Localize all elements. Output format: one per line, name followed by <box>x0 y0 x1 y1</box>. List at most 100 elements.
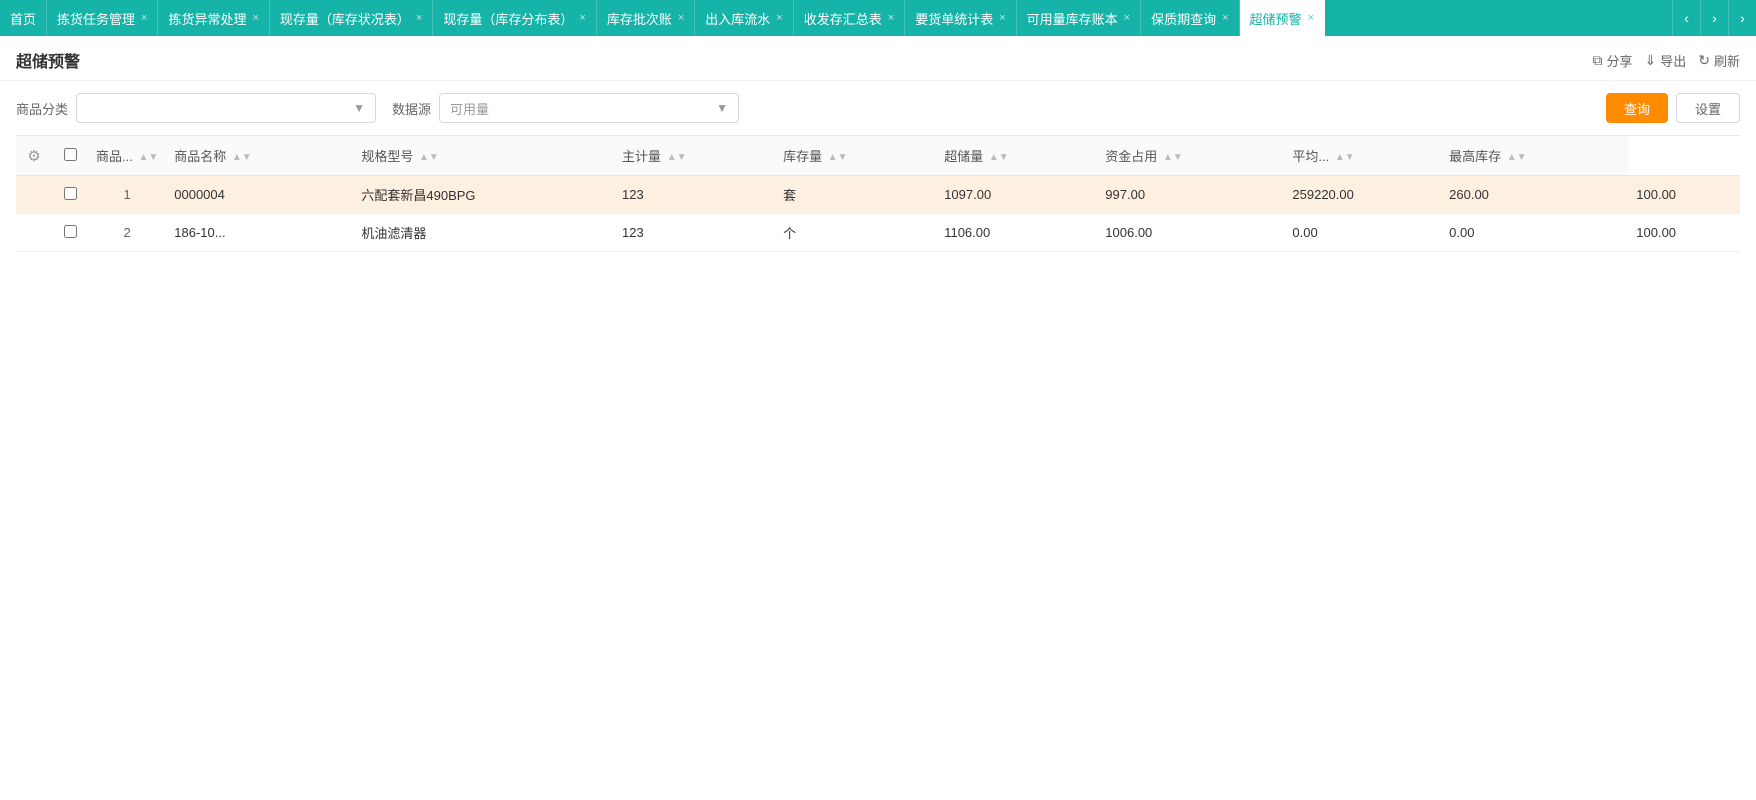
product-category-select[interactable]: ▼ <box>76 93 376 123</box>
table-wrapper: ⚙ 商品... ▲▼ 商品名称 ▲▼ 规格型号 ▲▼ <box>0 135 1756 252</box>
nav-arrows: ‹ › › <box>1672 0 1756 36</box>
capital-col-header[interactable]: 资金占用 ▲▼ <box>1097 136 1284 176</box>
nav-summary[interactable]: 收发存汇总表 × <box>794 0 905 36</box>
data-source-filter: 数据源 可用量 ▼ <box>392 93 739 123</box>
data-source-select[interactable]: 可用量 ▼ <box>439 93 739 123</box>
table-row: 1 0000004 六配套新昌490BPG 123 套 1097.00 997.… <box>16 176 1740 214</box>
nav-stock-status[interactable]: 现存量（库存状况表） × <box>270 0 433 36</box>
share-icon: ⧉ <box>1592 52 1602 69</box>
row-max-stock: 100.00 <box>1628 214 1740 252</box>
export-icon: ⇓ <box>1645 52 1657 69</box>
export-button[interactable]: ⇓ 导出 <box>1645 51 1687 70</box>
row-gear-cell <box>16 176 52 214</box>
row-spec: 123 <box>614 214 775 252</box>
gear-icon[interactable]: ⚙ <box>27 148 40 165</box>
row-checkbox-cell[interactable] <box>52 176 88 214</box>
nav-requisition[interactable]: 要货单统计表 × <box>905 0 1016 36</box>
avg-col-header[interactable]: 平均... ▲▼ <box>1284 136 1441 176</box>
close-icon[interactable]: × <box>141 12 147 24</box>
sort-icon: ▲▼ <box>419 153 439 163</box>
nav-overstock[interactable]: 超储预警 × <box>1240 0 1325 36</box>
sort-icon: ▲▼ <box>989 153 1009 163</box>
filter-bar: 商品分类 ▼ 数据源 可用量 ▼ 查询 设置 <box>0 81 1756 135</box>
data-source-value: 可用量 <box>450 99 489 118</box>
row-product-code: 0000004 <box>166 176 353 214</box>
close-icon[interactable]: × <box>1222 12 1228 24</box>
settings-col-header[interactable]: ⚙ <box>16 136 52 176</box>
refresh-button[interactable]: ↻ 刷新 <box>1698 51 1740 70</box>
row-max-stock: 100.00 <box>1628 176 1740 214</box>
row-overstock: 997.00 <box>1097 176 1284 214</box>
row-product-code: 186-10... <box>166 214 353 252</box>
nav-flow[interactable]: 出入库流水 × <box>695 0 793 36</box>
close-icon[interactable]: × <box>888 12 894 24</box>
nav-task-mgmt[interactable]: 拣货任务管理 × <box>47 0 158 36</box>
row-checkbox[interactable] <box>64 187 77 200</box>
filter-actions: 查询 设置 <box>1606 93 1740 123</box>
row-overstock: 1006.00 <box>1097 214 1284 252</box>
nav-available[interactable]: 可用量库存账本 × <box>1017 0 1141 36</box>
sort-icon: ▲▼ <box>1507 153 1527 163</box>
nav-more-btn[interactable]: › <box>1728 0 1756 36</box>
top-navigation: 首页 拣货任务管理 × 拣货异常处理 × 现存量（库存状况表） × 现存量（库存… <box>0 0 1756 36</box>
close-icon[interactable]: × <box>1308 12 1314 24</box>
product-name-col-header[interactable]: 商品名称 ▲▼ <box>166 136 353 176</box>
row-avg: 260.00 <box>1441 176 1628 214</box>
chevron-down-icon: ▼ <box>353 101 365 115</box>
chevron-down-icon: ▼ <box>716 101 728 115</box>
sort-icon: ▲▼ <box>667 153 687 163</box>
row-product-name: 六配套新昌490BPG <box>353 176 614 214</box>
close-icon[interactable]: × <box>416 12 422 24</box>
query-button[interactable]: 查询 <box>1606 93 1668 123</box>
table-row: 2 186-10... 机油滤清器 123 个 1106.00 1006.00 … <box>16 214 1740 252</box>
row-stock: 1106.00 <box>936 214 1097 252</box>
close-icon[interactable]: × <box>678 12 684 24</box>
sort-icon: ▲▼ <box>828 153 848 163</box>
nav-shelf-life[interactable]: 保质期查询 × <box>1141 0 1239 36</box>
checkbox-col-header[interactable] <box>52 136 88 176</box>
row-capital: 259220.00 <box>1284 176 1441 214</box>
row-stock: 1097.00 <box>936 176 1097 214</box>
nav-next-btn[interactable]: › <box>1700 0 1728 36</box>
header-actions: ⧉ 分享 ⇓ 导出 ↻ 刷新 <box>1592 51 1740 70</box>
row-num: 1 <box>88 176 166 214</box>
overstock-col-header[interactable]: 超储量 ▲▼ <box>936 136 1097 176</box>
select-all-checkbox[interactable] <box>64 148 77 161</box>
unit-col-header[interactable]: 主计量 ▲▼ <box>614 136 775 176</box>
product-code-col-header[interactable]: 商品... ▲▼ <box>88 136 166 176</box>
row-spec: 123 <box>614 176 775 214</box>
main-content: 超储预警 ⧉ 分享 ⇓ 导出 ↻ 刷新 商品分类 ▼ 数据源 <box>0 36 1756 800</box>
nav-prev-btn[interactable]: ‹ <box>1672 0 1700 36</box>
settings-button[interactable]: 设置 <box>1676 93 1740 123</box>
product-category-label: 商品分类 <box>16 99 68 118</box>
sort-icon: ▲▼ <box>1163 153 1183 163</box>
sort-icon: ▲▼ <box>138 153 158 163</box>
row-checkbox-cell[interactable] <box>52 214 88 252</box>
nav-batch[interactable]: 库存批次账 × <box>597 0 695 36</box>
refresh-icon: ↻ <box>1698 52 1710 69</box>
sort-icon: ▲▼ <box>232 153 252 163</box>
nav-exception[interactable]: 拣货异常处理 × <box>158 0 269 36</box>
row-unit: 个 <box>775 214 936 252</box>
share-button[interactable]: ⧉ 分享 <box>1592 51 1632 70</box>
nav-home[interactable]: 首页 <box>0 0 47 36</box>
stock-col-header[interactable]: 库存量 ▲▼ <box>775 136 936 176</box>
page-header: 超储预警 ⧉ 分享 ⇓ 导出 ↻ 刷新 <box>0 36 1756 81</box>
spec-col-header[interactable]: 规格型号 ▲▼ <box>353 136 614 176</box>
max-stock-col-header[interactable]: 最高库存 ▲▼ <box>1441 136 1628 176</box>
row-checkbox[interactable] <box>64 225 77 238</box>
close-icon[interactable]: × <box>776 12 782 24</box>
data-source-label: 数据源 <box>392 99 431 118</box>
close-icon[interactable]: × <box>1124 12 1130 24</box>
row-num: 2 <box>88 214 166 252</box>
close-icon[interactable]: × <box>999 12 1005 24</box>
close-icon[interactable]: × <box>252 12 258 24</box>
row-capital: 0.00 <box>1284 214 1441 252</box>
row-product-name: 机油滤清器 <box>353 214 614 252</box>
row-gear-cell <box>16 214 52 252</box>
close-icon[interactable]: × <box>579 12 585 24</box>
row-avg: 0.00 <box>1441 214 1628 252</box>
row-unit: 套 <box>775 176 936 214</box>
nav-stock-dist[interactable]: 现存量（库存分布表） × <box>433 0 596 36</box>
overstock-table: ⚙ 商品... ▲▼ 商品名称 ▲▼ 规格型号 ▲▼ <box>16 135 1740 252</box>
